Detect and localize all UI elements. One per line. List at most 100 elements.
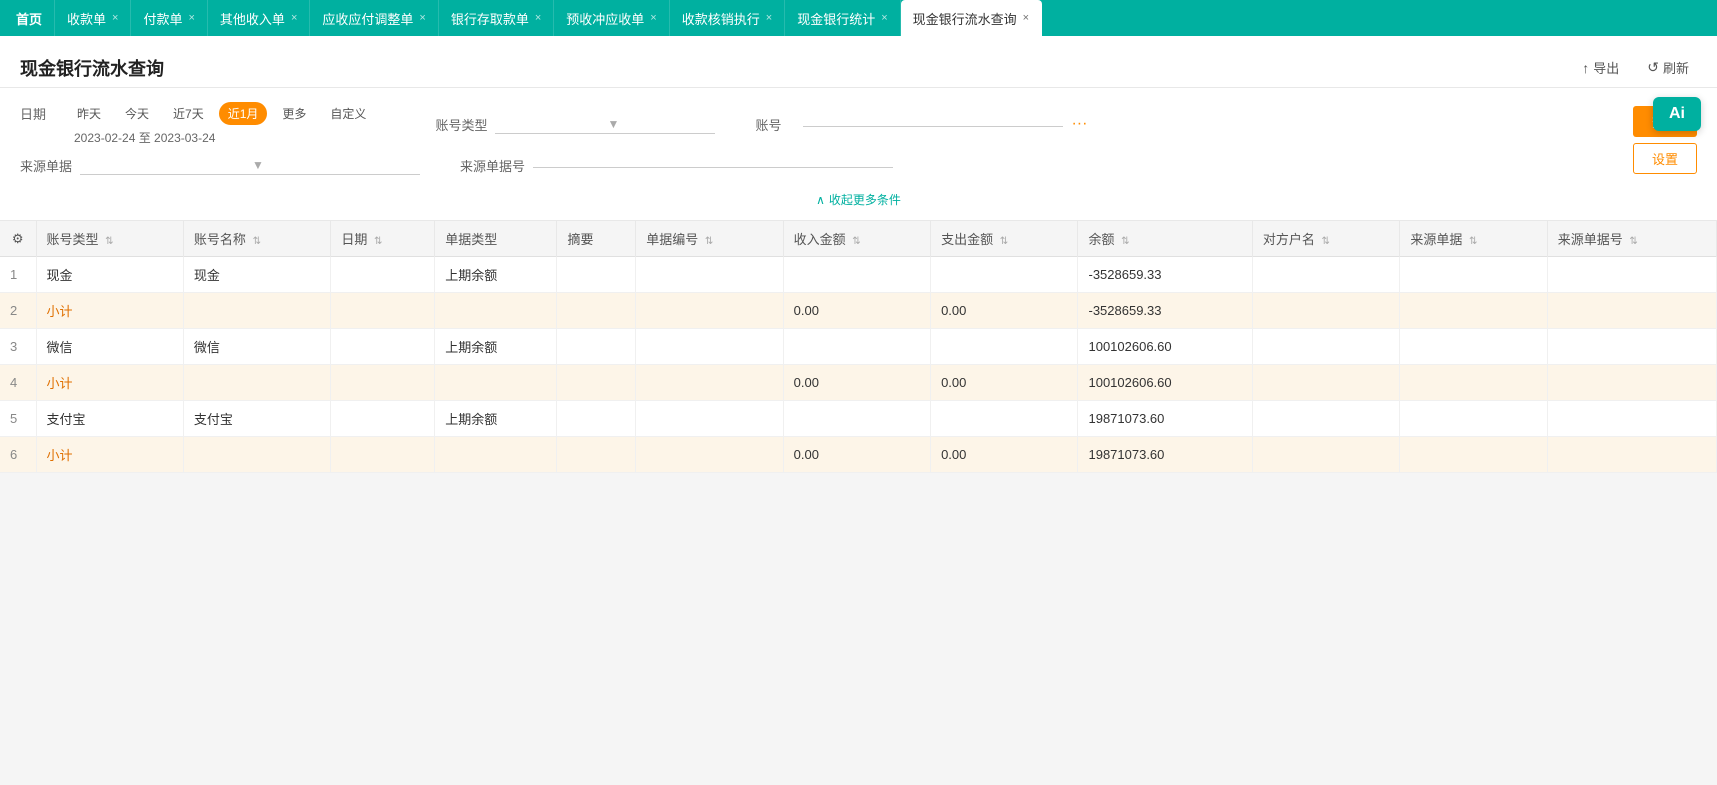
table-cell <box>783 401 930 437</box>
table-cell: 100102606.60 <box>1078 365 1252 401</box>
nav-home[interactable]: 首页 <box>4 0 55 36</box>
account-input[interactable] <box>803 122 1063 127</box>
close-icon[interactable]: × <box>535 12 541 24</box>
chevron-down-icon: ▼ <box>607 117 711 131</box>
col-account-type: 账号类型 ⇅ <box>36 221 183 257</box>
row-number: 6 <box>0 437 36 473</box>
nav-tab-xianjintongji[interactable]: 现金银行统计 × <box>785 0 900 36</box>
nav-tab-shoukuanxiaoxiao[interactable]: 收款核销执行 × <box>670 0 785 36</box>
nav-tab-yingshoutiaozheng[interactable]: 应收应付调整单 × <box>310 0 438 36</box>
close-icon[interactable]: × <box>881 12 887 24</box>
table-cell <box>1547 257 1716 293</box>
close-icon[interactable]: × <box>1023 12 1029 24</box>
sort-icon[interactable]: ⇅ <box>1121 236 1129 247</box>
table-cell <box>1547 329 1716 365</box>
row-number: 3 <box>0 329 36 365</box>
source-doc-select[interactable]: ▼ <box>80 156 420 175</box>
settings-button[interactable]: 设置 <box>1633 143 1697 174</box>
table-cell: 上期余额 <box>435 257 557 293</box>
date-btn-yesterday[interactable]: 昨天 <box>68 102 110 125</box>
collapse-bar[interactable]: ∧ 收起更多条件 <box>20 185 1697 210</box>
sort-icon[interactable]: ⇅ <box>1000 236 1008 247</box>
table-cell <box>557 365 636 401</box>
ai-button[interactable]: Ai <box>1653 97 1701 131</box>
account-type-label: 账号类型 <box>435 115 487 134</box>
nav-tab-qitashouru[interactable]: 其他收入单 × <box>208 0 310 36</box>
table-cell: 小计 <box>36 437 183 473</box>
col-source-doc-no: 来源单据号 ⇅ <box>1547 221 1716 257</box>
sort-icon[interactable]: ⇅ <box>852 236 860 247</box>
close-icon[interactable]: × <box>650 12 656 24</box>
table-cell <box>1400 329 1547 365</box>
row-number: 2 <box>0 293 36 329</box>
col-balance: 余额 ⇅ <box>1078 221 1252 257</box>
col-doc-type: 单据类型 <box>435 221 557 257</box>
sort-icon[interactable]: ⇅ <box>374 236 382 247</box>
table-cell <box>557 437 636 473</box>
nav-tab-liushui[interactable]: 现金银行流水查询 × <box>901 0 1042 36</box>
nav-tab-yushou[interactable]: 预收冲应收单 × <box>554 0 669 36</box>
date-btn-more[interactable]: 更多 <box>273 102 315 125</box>
date-btn-custom[interactable]: 自定义 <box>321 102 375 125</box>
nav-tab-fukuan[interactable]: 付款单 × <box>131 0 207 36</box>
table-cell <box>183 365 330 401</box>
chevron-down-icon: ▼ <box>252 158 416 172</box>
sort-icon[interactable]: ⇅ <box>705 236 713 247</box>
close-icon[interactable]: × <box>419 12 425 24</box>
table-cell <box>636 329 783 365</box>
table-cell <box>1547 365 1716 401</box>
source-doc-no-label: 来源单据号 <box>460 156 525 175</box>
table-header-row: ⚙ 账号类型 ⇅ 账号名称 ⇅ 日期 ⇅ 单据类型 摘要 单据编号 ⇅ <box>0 221 1717 257</box>
table-cell <box>557 293 636 329</box>
page-header: 现金银行流水查询 ↑ 导出 ↺ 刷新 <box>0 36 1717 88</box>
table-cell: 0.00 <box>931 365 1078 401</box>
table-cell <box>435 437 557 473</box>
close-icon[interactable]: × <box>766 12 772 24</box>
sort-icon[interactable]: ⇅ <box>1322 236 1330 247</box>
filter-row-2: 来源单据 ▼ 来源单据号 <box>20 156 1613 175</box>
table-cell <box>1400 365 1547 401</box>
table-cell <box>1400 293 1547 329</box>
table-cell <box>1252 329 1399 365</box>
sort-icon[interactable]: ⇅ <box>1629 236 1637 247</box>
refresh-button[interactable]: ↺ 刷新 <box>1639 54 1697 81</box>
collapse-up-icon: ∧ <box>816 193 825 207</box>
header-actions: ↑ 导出 ↺ 刷新 <box>1574 54 1697 81</box>
account-type-select[interactable]: ▼ <box>495 115 715 134</box>
close-icon[interactable]: × <box>188 12 194 24</box>
table-cell: 现金 <box>36 257 183 293</box>
date-btn-7days[interactable]: 近7天 <box>164 102 213 125</box>
table-cell: 0.00 <box>783 365 930 401</box>
data-table: ⚙ 账号类型 ⇅ 账号名称 ⇅ 日期 ⇅ 单据类型 摘要 单据编号 ⇅ <box>0 221 1717 473</box>
row-number: 4 <box>0 365 36 401</box>
table-cell: 上期余额 <box>435 329 557 365</box>
source-doc-no-input[interactable] <box>533 163 893 168</box>
table-cell <box>636 437 783 473</box>
nav-tab-yinhangcunqu[interactable]: 银行存取款单 × <box>439 0 554 36</box>
date-btn-today[interactable]: 今天 <box>116 102 158 125</box>
table-cell <box>435 293 557 329</box>
sort-icon[interactable]: ⇅ <box>105 236 113 247</box>
close-icon[interactable]: × <box>112 12 118 24</box>
table-cell: 19871073.60 <box>1078 437 1252 473</box>
sort-icon[interactable]: ⇅ <box>1469 236 1477 247</box>
date-btn-1month[interactable]: 近1月 <box>219 102 268 125</box>
col-settings[interactable]: ⚙ <box>0 221 36 257</box>
table-cell: 小计 <box>36 365 183 401</box>
export-button[interactable]: ↑ 导出 <box>1574 54 1627 81</box>
table-cell <box>1252 365 1399 401</box>
table-cell <box>331 365 435 401</box>
col-income: 收入金额 ⇅ <box>783 221 930 257</box>
close-icon[interactable]: × <box>291 12 297 24</box>
table-cell <box>1547 401 1716 437</box>
table-row: 1现金现金上期余额-3528659.33 <box>0 257 1717 293</box>
sort-icon[interactable]: ⇅ <box>253 236 261 247</box>
account-ellipsis-button[interactable]: ··· <box>1067 115 1091 133</box>
page-title: 现金银行流水查询 <box>20 55 164 81</box>
col-account-name: 账号名称 ⇅ <box>183 221 330 257</box>
table-cell <box>183 437 330 473</box>
table-cell: 0.00 <box>783 293 930 329</box>
table-cell: 上期余额 <box>435 401 557 437</box>
table-cell: 100102606.60 <box>1078 329 1252 365</box>
nav-tab-shoukuan[interactable]: 收款单 × <box>55 0 131 36</box>
